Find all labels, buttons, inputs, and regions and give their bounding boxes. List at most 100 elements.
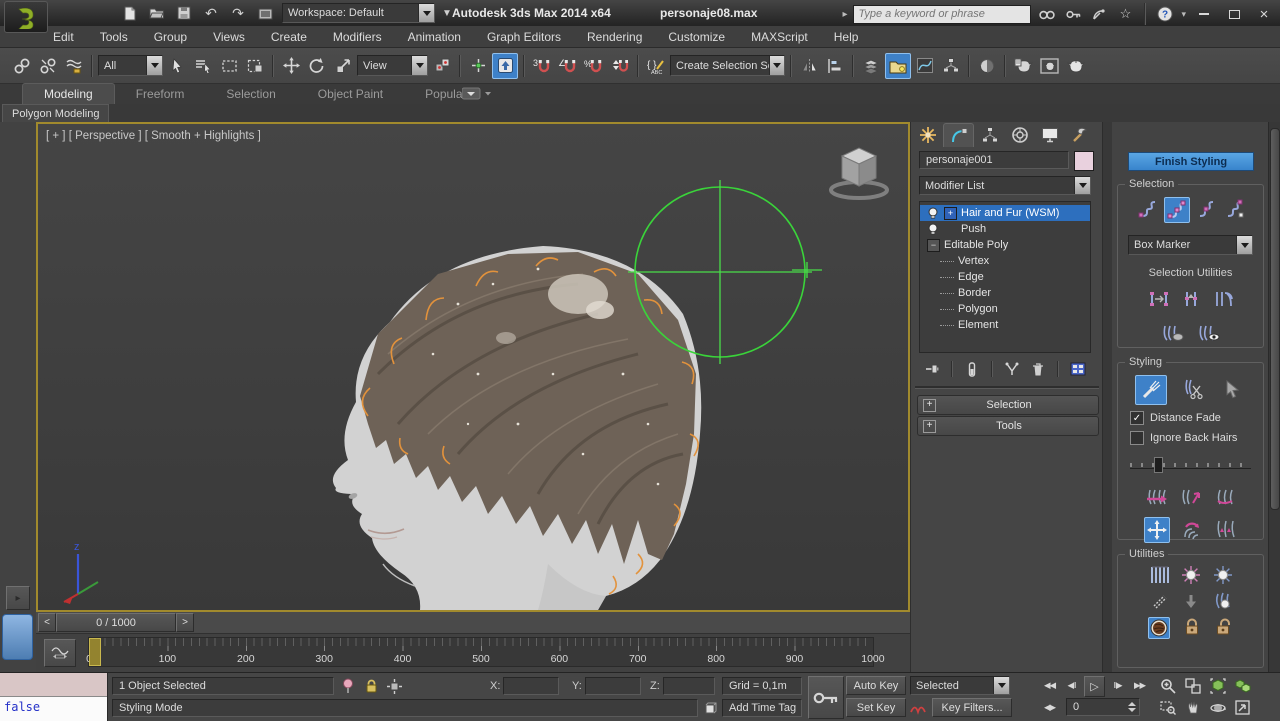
- go-to-start-button[interactable]: ◀◀: [1040, 676, 1059, 695]
- maxscript-mini-listener[interactable]: false: [0, 673, 108, 721]
- menu-item[interactable]: Views: [200, 26, 258, 47]
- redo-icon[interactable]: ↷: [228, 3, 248, 23]
- rollout-tools[interactable]: + Tools: [917, 416, 1099, 436]
- align-icon[interactable]: [823, 54, 847, 78]
- rollout-expand-icon[interactable]: +: [923, 419, 936, 433]
- key-mode-toggle[interactable]: ◀▶: [1040, 698, 1059, 717]
- previous-frame-button[interactable]: ◀‖: [1062, 676, 1081, 695]
- workspace-dropdown[interactable]: Workspace: Default: [282, 3, 435, 23]
- restore-button[interactable]: [1222, 6, 1246, 22]
- create-tab-icon[interactable]: [913, 123, 942, 146]
- ignore-back-hairs-checkbox[interactable]: [1130, 431, 1144, 445]
- favorites-star-icon[interactable]: ☆: [1115, 4, 1135, 24]
- menu-item[interactable]: MAXScript: [738, 26, 821, 47]
- active-layout-tab[interactable]: [2, 614, 33, 660]
- rollout-expand-icon[interactable]: +: [923, 398, 936, 412]
- zoom-icon[interactable]: [1158, 676, 1177, 695]
- comb-hair-tool-icon[interactable]: [1214, 517, 1238, 541]
- mirror-icon[interactable]: [797, 54, 821, 78]
- zoom-extents-all-icon[interactable]: [1233, 676, 1252, 695]
- pan-hand-icon[interactable]: [1183, 698, 1202, 717]
- select-and-rotate-icon[interactable]: [305, 54, 329, 78]
- stack-subitem-element[interactable]: Element: [920, 317, 1090, 333]
- z-coordinate-field[interactable]: [663, 677, 715, 695]
- menu-item[interactable]: Help: [821, 26, 872, 47]
- default-tangents-icon[interactable]: [908, 698, 928, 718]
- stack-subitem-polygon[interactable]: Polygon: [920, 301, 1090, 317]
- subscription-key-icon[interactable]: [1063, 4, 1083, 24]
- rectangular-selection-region-icon[interactable]: [217, 54, 241, 78]
- stack-item-hair-and-fur[interactable]: + Hair and Fur (WSM): [920, 205, 1090, 221]
- unlink-selection-icon[interactable]: [36, 54, 60, 78]
- time-slider[interactable]: < 0 / 1000 >: [36, 612, 910, 634]
- stack-subitem-border[interactable]: Border: [920, 285, 1090, 301]
- selection-lock-toggle[interactable]: [361, 676, 381, 696]
- rollout-selection[interactable]: + Selection: [917, 395, 1099, 415]
- next-frame-button[interactable]: ‖▶: [1108, 676, 1127, 695]
- add-time-tag[interactable]: Add Time Tag: [722, 699, 802, 717]
- lock-selection-icon[interactable]: [1211, 287, 1235, 311]
- window-crossing-toggle-icon[interactable]: [243, 54, 267, 78]
- new-file-icon[interactable]: [120, 3, 140, 23]
- menu-item[interactable]: Tools: [87, 26, 141, 47]
- x-coordinate-field[interactable]: [503, 677, 559, 695]
- play-button[interactable]: ▷: [1084, 676, 1105, 697]
- material-editor-icon[interactable]: [975, 54, 999, 78]
- reset-rest-icon[interactable]: [1181, 591, 1201, 611]
- ribbon-tab[interactable]: Object Paint: [297, 84, 404, 104]
- current-frame-field[interactable]: 0: [1066, 698, 1140, 716]
- hierarchy-tab-icon[interactable]: [975, 123, 1004, 146]
- menu-item[interactable]: Create: [258, 26, 320, 47]
- edit-named-selection-sets-icon[interactable]: { } ABC: [644, 54, 668, 78]
- render-production-icon[interactable]: [1063, 54, 1087, 78]
- ribbon-tab[interactable]: Modeling: [22, 83, 115, 104]
- brush-size-slider[interactable]: [1130, 457, 1251, 473]
- set-key-button[interactable]: Set Key: [846, 698, 906, 717]
- select-guide-tips-icon[interactable]: [1222, 197, 1246, 221]
- scrollbar-thumb[interactable]: [1270, 128, 1280, 510]
- hide-selected-icon[interactable]: [1161, 321, 1185, 345]
- menu-item[interactable]: Customize: [655, 26, 738, 47]
- select-guide-vertices-icon[interactable]: [1163, 197, 1190, 223]
- bind-to-space-warp-icon[interactable]: [62, 54, 86, 78]
- timeline-ruler[interactable]: 01002003004005006007008009001000: [86, 637, 885, 667]
- frame-spinner[interactable]: [1128, 702, 1136, 712]
- save-icon[interactable]: [174, 3, 194, 23]
- select-object-icon[interactable]: [165, 54, 189, 78]
- translate-hair-tool-icon[interactable]: [1145, 485, 1169, 509]
- stack-item-editable-poly[interactable]: − Editable Poly: [920, 237, 1090, 253]
- open-mini-curve-editor-button[interactable]: [44, 639, 76, 667]
- pop-selected-icon[interactable]: [1181, 565, 1201, 585]
- app-logo-icon[interactable]: [4, 1, 48, 33]
- distance-fade-checkbox[interactable]: ✓: [1130, 411, 1144, 425]
- menu-item[interactable]: Rendering: [574, 26, 655, 47]
- recomb-from-splines-icon[interactable]: [1149, 591, 1169, 611]
- reference-coordinate-dropdown[interactable]: View: [357, 55, 428, 76]
- zoom-all-icon[interactable]: [1183, 676, 1202, 695]
- ribbon-tab[interactable]: Selection: [205, 84, 296, 104]
- set-keys-button[interactable]: [808, 676, 844, 719]
- regrow-hair-icon[interactable]: [1213, 591, 1233, 611]
- polygon-modeling-panel-tab[interactable]: Polygon Modeling: [2, 104, 110, 122]
- rotate-hair-tool-icon[interactable]: [1180, 517, 1204, 541]
- frame-back-button[interactable]: <: [38, 613, 56, 632]
- close-button[interactable]: ×: [1252, 6, 1276, 23]
- menu-item[interactable]: Group: [141, 26, 200, 47]
- pin-stack-icon[interactable]: [922, 359, 942, 379]
- schematic-view-icon[interactable]: [939, 54, 963, 78]
- search-input[interactable]: [853, 4, 1032, 24]
- open-file-icon[interactable]: [147, 3, 167, 23]
- select-and-manipulate-icon[interactable]: [466, 54, 490, 78]
- unlock-hair-icon[interactable]: [1214, 617, 1234, 637]
- hair-cut-tool-icon[interactable]: [1177, 375, 1207, 403]
- panel-scrollbar[interactable]: [1268, 122, 1280, 672]
- object-name-field[interactable]: personaje001: [919, 151, 1069, 169]
- go-to-end-button[interactable]: ▶▶: [1130, 676, 1149, 695]
- time-slider-handle[interactable]: 0 / 1000: [56, 613, 176, 632]
- menu-item[interactable]: Graph Editors: [474, 26, 574, 47]
- make-unique-icon[interactable]: [1002, 359, 1022, 379]
- zoom-extents-icon[interactable]: [1208, 676, 1227, 695]
- status-cube-icon[interactable]: [700, 698, 720, 718]
- select-and-move-icon[interactable]: [279, 54, 303, 78]
- lock-hair-icon[interactable]: [1182, 617, 1202, 637]
